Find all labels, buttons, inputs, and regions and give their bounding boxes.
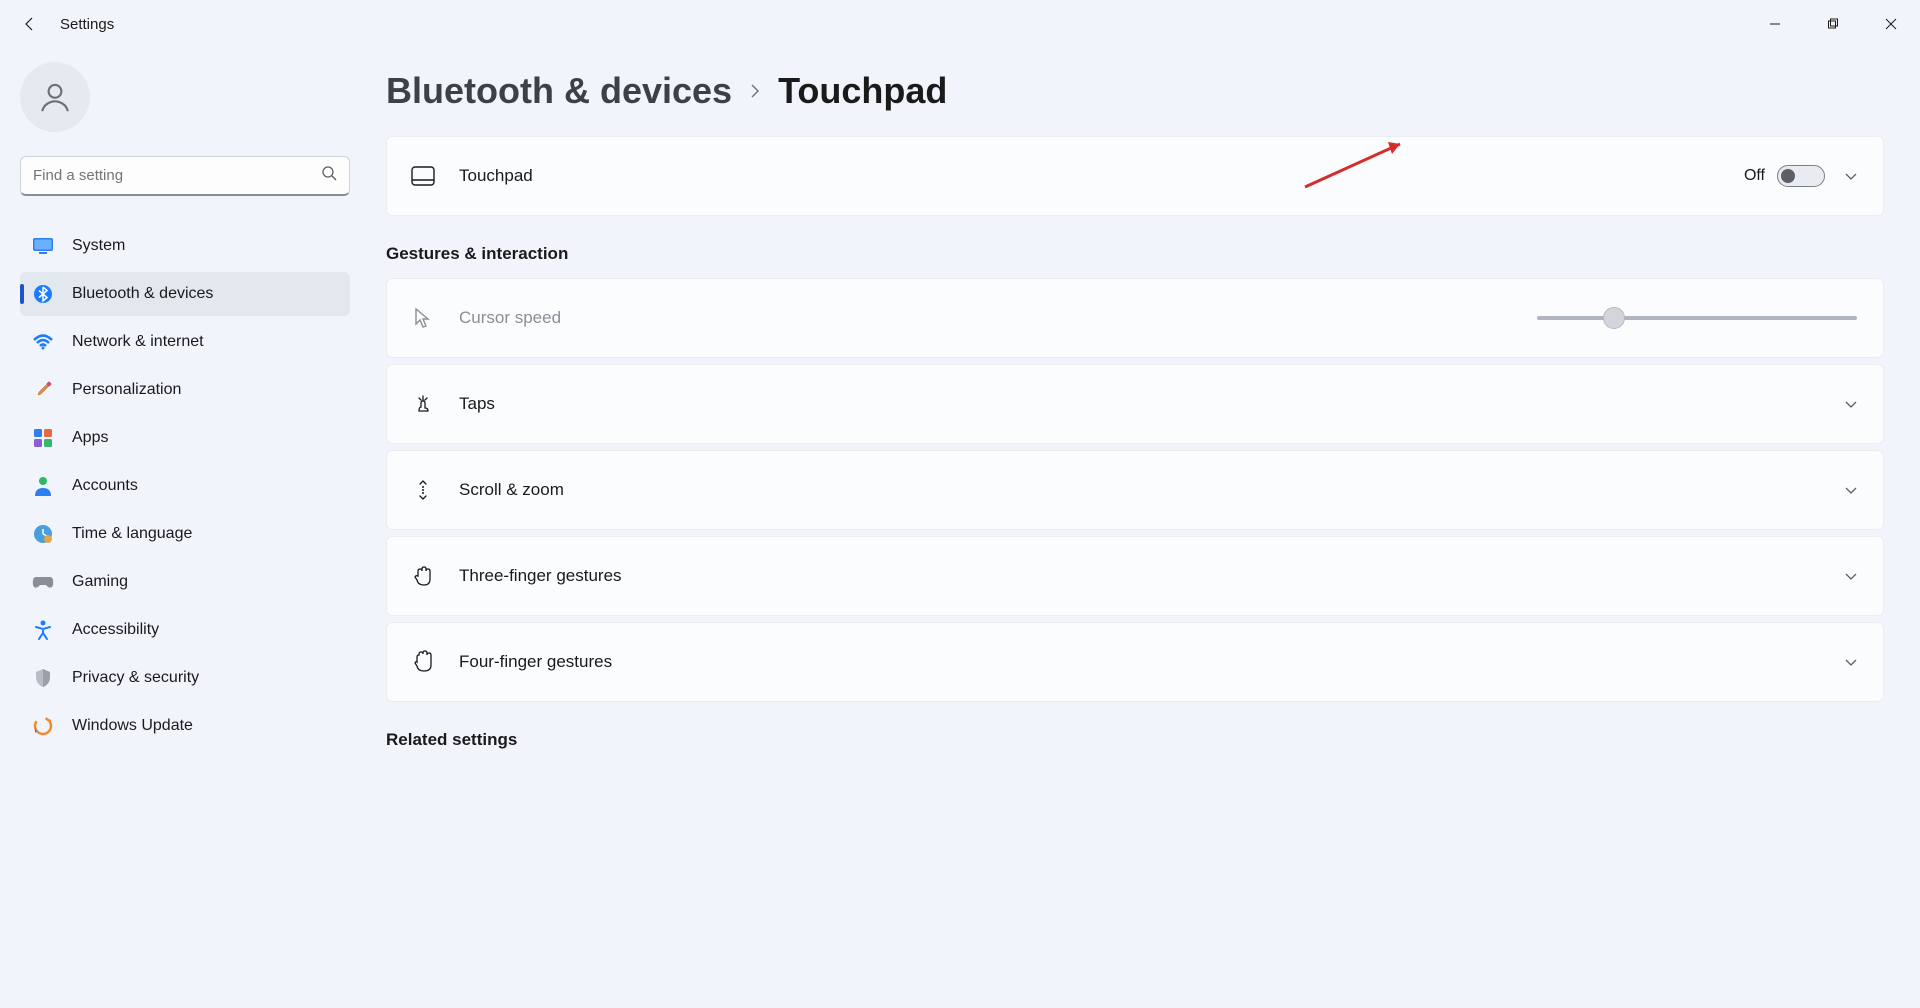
sidebar-item-apps[interactable]: Apps xyxy=(20,416,350,460)
person-icon xyxy=(32,475,54,497)
sidebar-item-accounts[interactable]: Accounts xyxy=(20,464,350,508)
sidebar-item-label: Accounts xyxy=(72,477,138,495)
nav-list: System Bluetooth & devices Network & int… xyxy=(20,224,350,748)
cursor-speed-card: Cursor speed xyxy=(386,278,1884,358)
scroll-zoom-label: Scroll & zoom xyxy=(459,480,1841,500)
sidebar-item-personalization[interactable]: Personalization xyxy=(20,368,350,412)
sidebar-item-accessibility[interactable]: Accessibility xyxy=(20,608,350,652)
app-title: Settings xyxy=(60,16,114,33)
touchpad-icon xyxy=(409,166,437,186)
expand-chevron[interactable] xyxy=(1841,569,1861,583)
sidebar-item-system[interactable]: System xyxy=(20,224,350,268)
touchpad-label: Touchpad xyxy=(459,166,1744,186)
sidebar-item-label: Windows Update xyxy=(72,717,193,735)
hand-icon xyxy=(409,564,437,588)
expand-chevron[interactable] xyxy=(1841,397,1861,411)
three-finger-card[interactable]: Three-finger gestures xyxy=(386,536,1884,616)
section-related-title: Related settings xyxy=(386,730,1884,750)
cursor-speed-label: Cursor speed xyxy=(459,308,1537,328)
sidebar-item-label: Privacy & security xyxy=(72,669,199,687)
slider-thumb[interactable] xyxy=(1603,307,1625,329)
back-button[interactable] xyxy=(18,12,42,36)
expand-chevron[interactable] xyxy=(1841,169,1861,183)
brush-icon xyxy=(32,379,54,401)
cursor-speed-slider[interactable] xyxy=(1537,316,1857,320)
tap-icon xyxy=(409,393,437,415)
minimize-button[interactable] xyxy=(1746,4,1804,44)
hand-icon xyxy=(409,650,437,674)
four-finger-card[interactable]: Four-finger gestures xyxy=(386,622,1884,702)
sidebar-item-network[interactable]: Network & internet xyxy=(20,320,350,364)
breadcrumb: Bluetooth & devices Touchpad xyxy=(386,70,1884,112)
sidebar-item-label: Apps xyxy=(72,429,108,447)
breadcrumb-current: Touchpad xyxy=(778,70,947,112)
monitor-icon xyxy=(32,235,54,257)
apps-icon xyxy=(32,427,54,449)
main-content: Bluetooth & devices Touchpad Touchpad Of… xyxy=(360,48,1920,1008)
search-input[interactable] xyxy=(33,167,321,184)
sidebar-item-privacy[interactable]: Privacy & security xyxy=(20,656,350,700)
taps-label: Taps xyxy=(459,394,1841,414)
sidebar-item-label: Accessibility xyxy=(72,621,159,639)
maximize-button[interactable] xyxy=(1804,4,1862,44)
cursor-icon xyxy=(409,307,437,329)
shield-icon xyxy=(32,667,54,689)
gamepad-icon xyxy=(32,571,54,593)
search-icon xyxy=(321,165,337,186)
touchpad-toggle[interactable] xyxy=(1777,165,1825,187)
sidebar-item-label: Gaming xyxy=(72,573,128,591)
sidebar-item-time-language[interactable]: Time & language xyxy=(20,512,350,556)
wifi-icon xyxy=(32,331,54,353)
expand-chevron[interactable] xyxy=(1841,655,1861,669)
accessibility-icon xyxy=(32,619,54,641)
chevron-right-icon xyxy=(748,77,762,105)
sidebar: System Bluetooth & devices Network & int… xyxy=(0,48,360,1008)
update-icon xyxy=(32,715,54,737)
expand-chevron[interactable] xyxy=(1841,483,1861,497)
breadcrumb-parent[interactable]: Bluetooth & devices xyxy=(386,70,732,112)
taps-card[interactable]: Taps xyxy=(386,364,1884,444)
close-button[interactable] xyxy=(1862,4,1920,44)
sidebar-item-label: Network & internet xyxy=(72,333,204,351)
sidebar-item-label: Time & language xyxy=(72,525,192,543)
toggle-state-text: Off xyxy=(1744,167,1765,185)
person-icon xyxy=(38,80,72,114)
section-gestures-title: Gestures & interaction xyxy=(386,244,1884,264)
touchpad-card[interactable]: Touchpad Off xyxy=(386,136,1884,216)
sidebar-item-gaming[interactable]: Gaming xyxy=(20,560,350,604)
sidebar-item-windows-update[interactable]: Windows Update xyxy=(20,704,350,748)
sidebar-item-label: Bluetooth & devices xyxy=(72,285,213,303)
sidebar-item-label: System xyxy=(72,237,125,255)
user-avatar[interactable] xyxy=(20,62,90,132)
search-box[interactable] xyxy=(20,156,350,196)
titlebar: Settings xyxy=(0,0,1920,48)
clock-globe-icon xyxy=(32,523,54,545)
sidebar-item-bluetooth-devices[interactable]: Bluetooth & devices xyxy=(20,272,350,316)
sidebar-item-label: Personalization xyxy=(72,381,181,399)
bluetooth-icon xyxy=(32,283,54,305)
scroll-icon xyxy=(409,478,437,502)
scroll-zoom-card[interactable]: Scroll & zoom xyxy=(386,450,1884,530)
four-finger-label: Four-finger gestures xyxy=(459,652,1841,672)
three-finger-label: Three-finger gestures xyxy=(459,566,1841,586)
